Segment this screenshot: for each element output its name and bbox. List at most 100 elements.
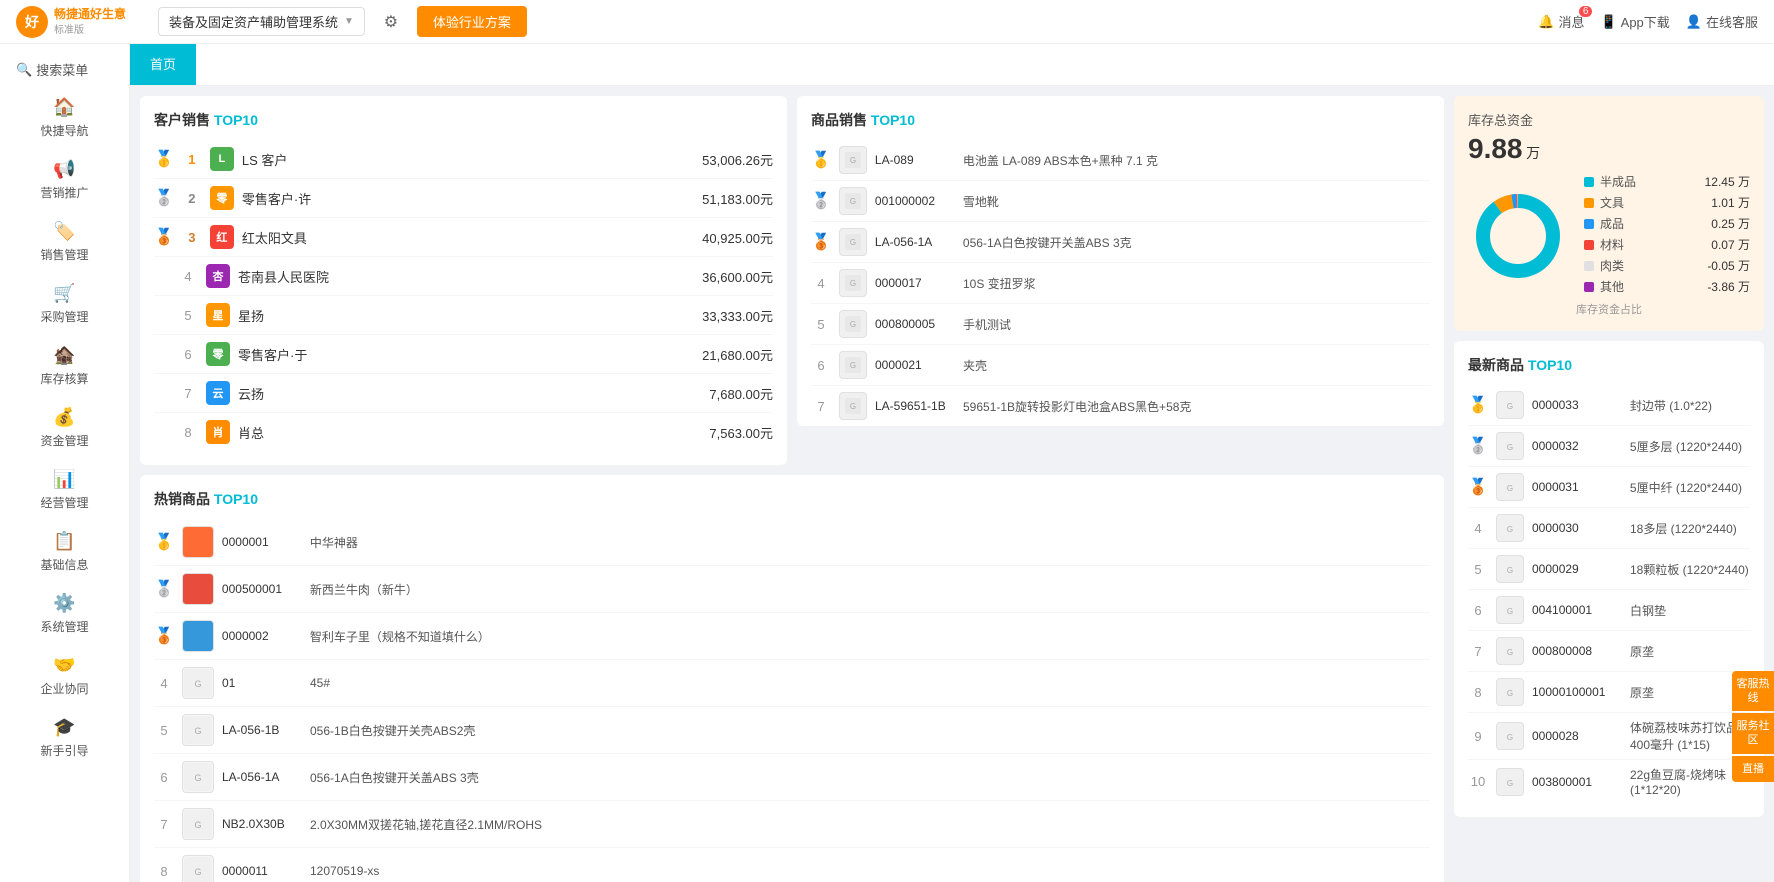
product-rank-item: 7 G LA-59651-1B 59651-1B旋转投影灯电池盒ABS黑色+58… (811, 386, 1430, 426)
inventory-unit: 万 (1526, 145, 1540, 161)
product-name: 45# (310, 676, 1430, 690)
svg-text:G: G (1507, 607, 1513, 616)
sidebar-item-operations[interactable]: 📊 经营管理 (0, 459, 129, 521)
rank-avatar: 零 (206, 342, 230, 366)
product-code: 0000030 (1532, 521, 1622, 535)
product-thumbnail: G (1496, 391, 1524, 419)
product-name: 白钢垫 (1630, 602, 1750, 619)
legend-label: 材料 (1600, 236, 1624, 253)
product-code: 0000021 (875, 358, 955, 372)
rank-amount: 7,680.00元 (709, 384, 773, 403)
svg-text:G: G (194, 679, 201, 689)
product-code: NB2.0X30B (222, 817, 302, 831)
legend-item: 其他 -3.86 万 (1584, 278, 1750, 295)
rank-name: 星扬 (238, 306, 694, 325)
operations-icon: 📊 (53, 469, 75, 490)
legend-value: -3.86 万 (1707, 278, 1750, 295)
settings-icon[interactable]: ⚙ (377, 8, 405, 36)
hot-product-list: 🥇 0000001 中华神器 🥈 000500001 新西兰牛肉（新牛） 🥉 0… (154, 519, 1430, 882)
rank-name: 零售客户·于 (238, 345, 694, 364)
svg-text:G: G (850, 238, 856, 247)
newest-product-item: 🥈 G 0000032 5厘多层 (1220*2440) (1468, 426, 1750, 467)
sidebar-item-finance[interactable]: 💰 资金管理 (0, 397, 129, 459)
float-btn-1[interactable]: 服务社区 (1732, 713, 1774, 754)
sidebar-item-guide[interactable]: 🎓 新手引导 (0, 707, 129, 769)
sidebar-item-enterprise[interactable]: 🤝 企业协同 (0, 645, 129, 707)
tab-home[interactable]: 首页 (130, 44, 196, 85)
sidebar-item-purchase[interactable]: 🛒 采购管理 (0, 273, 129, 335)
rank-amount: 33,333.00元 (702, 306, 773, 325)
rank-amount: 40,925.00元 (702, 228, 773, 247)
product-name: 新西兰牛肉（新牛） (310, 581, 1430, 598)
product-code: LA-089 (875, 153, 955, 167)
svg-text:G: G (850, 156, 856, 165)
product-code: LA-056-1A (222, 770, 302, 784)
system-icon: ⚙️ (53, 593, 75, 614)
sidebar-item-inventory[interactable]: 🏚️ 库存核算 (0, 335, 129, 397)
svg-text:G: G (850, 361, 856, 370)
product-name: 智利车子里（规格不知道填什么） (310, 628, 1430, 645)
notification-button[interactable]: 🔔 消息 6 (1538, 12, 1584, 31)
product-name: 056-1A白色按键开关盖ABS 3壳 (310, 769, 1430, 786)
product-rank-item: 🥇 G LA-089 电池盖 LA-089 ABS本色+黑种 7.1 克 (811, 140, 1430, 181)
rank-number: 1 (182, 152, 202, 167)
sidebar-item-system[interactable]: ⚙️ 系统管理 (0, 583, 129, 645)
product-thumbnail: G (1496, 678, 1524, 706)
legend-item: 材料 0.07 万 (1584, 236, 1750, 253)
rank-number: 6 (178, 347, 198, 362)
customer-rank-item: 🥉 3 红 红太阳文具 40,925.00元 (154, 218, 773, 257)
sidebar: 🔍 搜索菜单 🏠 快捷导航 📢 营销推广 🏷️ 销售管理 🛒 采购管理 🏚️ 库… (0, 44, 130, 882)
rank-avatar: 肖 (206, 420, 230, 444)
rank-number: 3 (182, 230, 202, 245)
float-btn-0[interactable]: 客服热线 (1732, 671, 1774, 712)
rank-name: LS 客户 (242, 150, 694, 169)
product-rank-item: 6 G 0000021 夹壳 (811, 345, 1430, 386)
medal-icon: 🥈 (811, 191, 831, 211)
customer-ranking-title: 客户销售 TOP10 (154, 110, 773, 130)
product-code: 01 (222, 676, 302, 690)
newest-product-item: 🥉 G 0000031 5厘中纤 (1220*2440) (1468, 467, 1750, 508)
svg-text:G: G (850, 197, 856, 206)
product-name: 5厘多层 (1220*2440) (1630, 438, 1750, 455)
product-thumbnail: G (839, 310, 867, 338)
legend-value: -0.05 万 (1707, 257, 1750, 274)
main-content: 首页 客户销售 TOP10 🥇 1 L LS 客户 53,006.26元 🥈 2 (130, 44, 1774, 882)
trial-button[interactable]: 体验行业方案 (417, 6, 527, 37)
newest-product-item: 10 G 003800001 22g鱼豆腐-烧烤味 (1*12*20) (1468, 760, 1750, 803)
topbar: 好 畅捷通好生意 标准版 装备及固定资产辅助管理系统 ▼ ⚙ 体验行业方案 🔔 … (0, 0, 1774, 44)
bell-icon: 🔔 (1538, 14, 1554, 30)
hot-product-thumbnail: G (182, 714, 214, 746)
product-code: 0000033 (1532, 398, 1622, 412)
legend-dot (1584, 240, 1594, 250)
logo-text: 畅捷通好生意 (54, 7, 126, 21)
rank-number: 7 (178, 386, 198, 401)
logo-sub: 标准版 (54, 21, 126, 36)
sidebar-item-marketing[interactable]: 📢 营销推广 (0, 149, 129, 211)
rank-number: 8 (178, 425, 198, 440)
online-service-button[interactable]: 👤 在线客服 (1686, 12, 1758, 31)
donut-chart (1468, 186, 1568, 286)
rank-avatar: L (210, 147, 234, 171)
customer-rank-item: 4 杏 苍南县人民医院 36,600.00元 (154, 257, 773, 296)
product-thumbnail: G (1496, 596, 1524, 624)
hot-product-thumbnail: G (182, 761, 214, 793)
sidebar-item-sales[interactable]: 🏷️ 销售管理 (0, 211, 129, 273)
legend-dot (1584, 198, 1594, 208)
sidebar-item-basics[interactable]: 📋 基础信息 (0, 521, 129, 583)
sidebar-label-marketing: 营销推广 (40, 184, 88, 201)
legend-label: 肉类 (1600, 257, 1624, 274)
newest-product-item: 4 G 0000030 18多层 (1220*2440) (1468, 508, 1750, 549)
float-buttons: 客服热线服务社区直播 (1732, 671, 1774, 782)
search-menu-item[interactable]: 🔍 搜索菜单 (0, 52, 129, 87)
newest-products-card: 最新商品 TOP10 🥇 G 0000033 封边带 (1.0*22) 🥈 G … (1454, 341, 1764, 817)
float-btn-2[interactable]: 直播 (1732, 756, 1774, 782)
legend-label: 其他 (1600, 278, 1624, 295)
sidebar-item-nav[interactable]: 🏠 快捷导航 (0, 87, 129, 149)
app-download-button[interactable]: 📱 App下载 (1600, 12, 1669, 31)
hot-product-item: 6 G LA-056-1A 056-1A白色按键开关盖ABS 3壳 (154, 754, 1430, 801)
system-selector[interactable]: 装备及固定资产辅助管理系统 ▼ (158, 7, 365, 36)
inventory-legend: 半成品 12.45 万 文具 1.01 万 成品 0.25 万 材料 0.07 … (1584, 173, 1750, 299)
rank-amount: 7,563.00元 (709, 423, 773, 442)
svg-text:G: G (194, 867, 201, 877)
main-layout: 🔍 搜索菜单 🏠 快捷导航 📢 营销推广 🏷️ 销售管理 🛒 采购管理 🏚️ 库… (0, 44, 1774, 882)
